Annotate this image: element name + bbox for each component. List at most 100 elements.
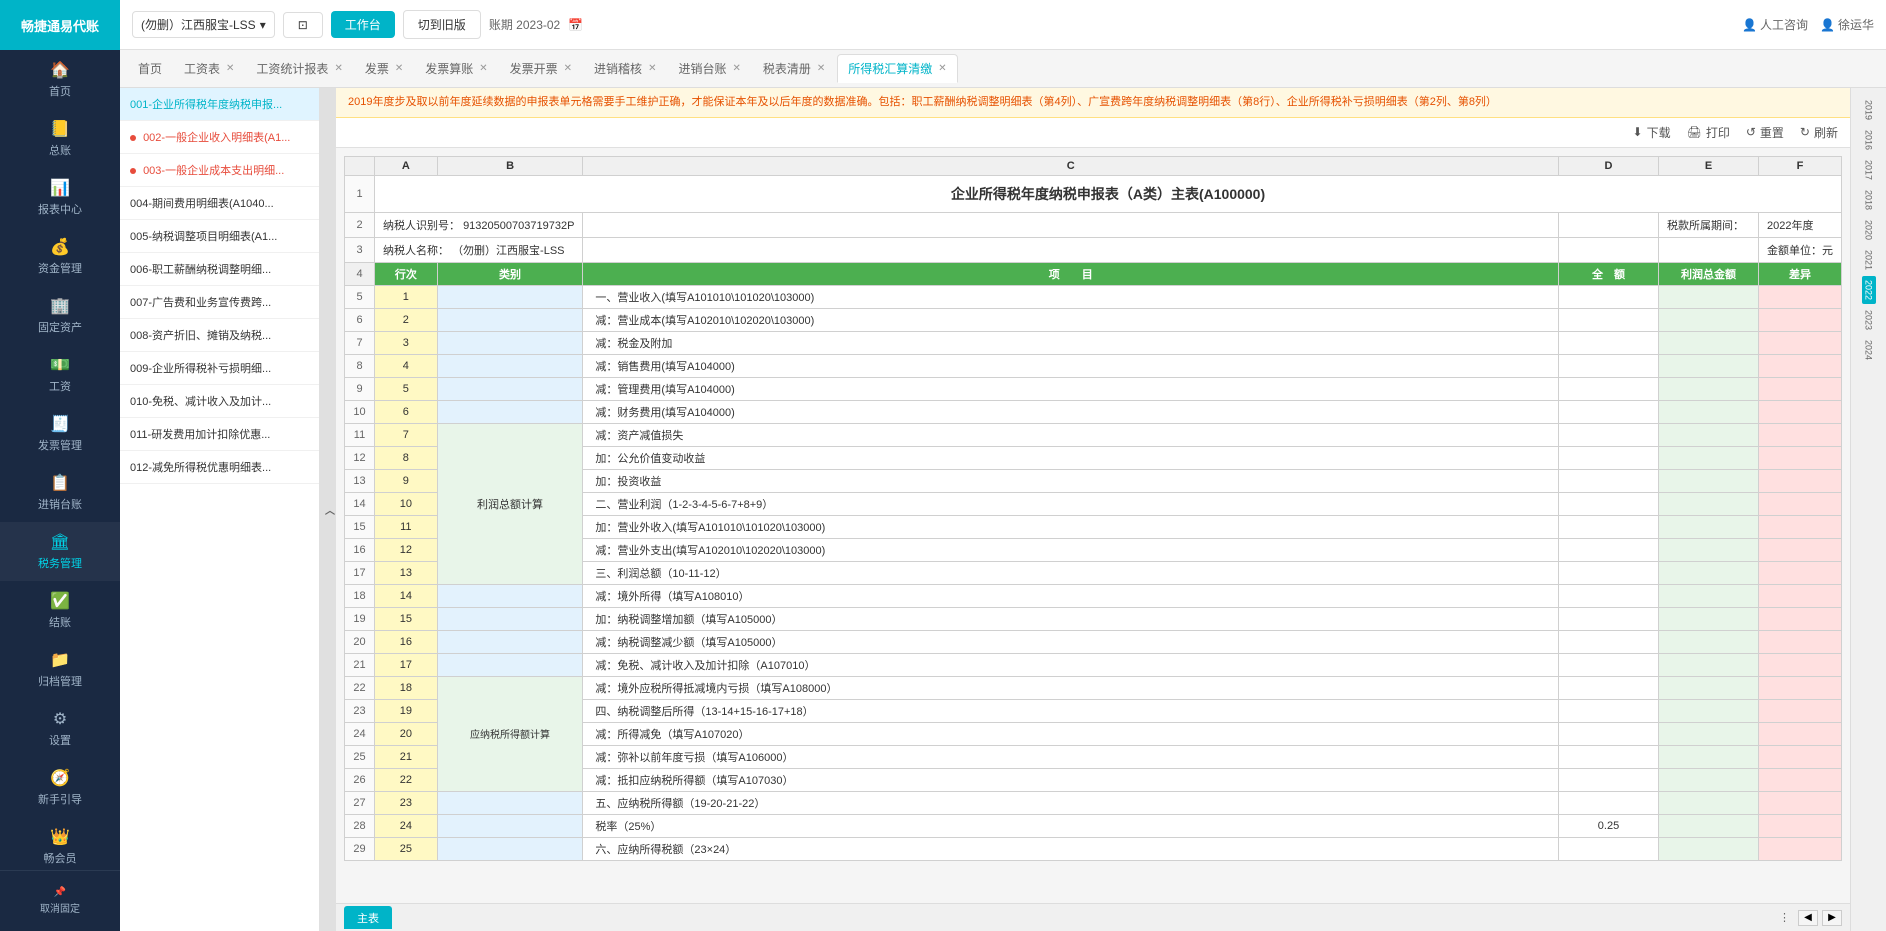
print-icon: 🖨	[1687, 125, 1702, 139]
left-panel-item-002[interactable]: 002-一般企业收入明细表(A1...	[120, 121, 319, 154]
table-row-col-headers: 4 行次 类别 项 目 全 额 利润总金额 差异	[345, 262, 1842, 285]
settings-icon: ⚙	[53, 709, 67, 729]
left-panel-item-007[interactable]: 007-广告费和业务宣传费跨...	[120, 286, 319, 319]
sidebar-unpin[interactable]: 📌 取消固定	[4, 881, 116, 921]
tab-close-invoice-calc[interactable]: ✕	[479, 63, 487, 74]
table-toolbar: ⬇ 下载 🖨 打印 ↺ 重置 ↻ 刷新	[336, 118, 1850, 148]
refresh-btn[interactable]: ↻ 刷新	[1800, 124, 1838, 141]
sidebar-item-asset-mgmt[interactable]: 💰 资金管理	[0, 227, 120, 286]
tab-tax-clear[interactable]: 税表清册 ✕	[753, 55, 835, 82]
left-panel-item-008[interactable]: 008-资产折旧、摊销及纳税...	[120, 319, 319, 352]
download-btn[interactable]: ⬇ 下载	[1633, 124, 1671, 141]
tab-close-invoice-open[interactable]: ✕	[564, 63, 572, 74]
sheet-tab-main[interactable]: 主表	[344, 906, 392, 929]
timeline-year-2021[interactable]: 2021	[1862, 246, 1876, 274]
table-container[interactable]: A B C D E F 1	[336, 148, 1850, 904]
left-panel-item-005[interactable]: 005-纳税调整项目明细表(A1...	[120, 220, 319, 253]
reset-btn[interactable]: ↺ 重置	[1746, 124, 1784, 141]
tab-close-salary-table[interactable]: ✕	[226, 63, 234, 74]
timeline-year-2019[interactable]: 2019	[1862, 96, 1876, 124]
main-table: A B C D E F 1	[344, 156, 1842, 861]
tab-salary-stats[interactable]: 工资统计报表 ✕	[246, 55, 352, 82]
left-panel-item-012[interactable]: 012-减免所得税优惠明细表...	[120, 451, 319, 484]
copy-icon: ⊡	[298, 18, 308, 32]
tab-import-ledger[interactable]: 进销台账 ✕	[668, 55, 750, 82]
error-dot-002	[130, 135, 136, 141]
user-avatar-icon: 👤	[1820, 18, 1835, 32]
tab-close-import-ledger[interactable]: ✕	[732, 63, 740, 74]
dropdown-icon: ▾	[260, 18, 266, 32]
print-btn[interactable]: 🖨 打印	[1687, 124, 1730, 141]
left-panel-item-011[interactable]: 011-研发费用加计扣除优惠...	[120, 418, 319, 451]
error-dot-003	[130, 168, 136, 174]
timeline-year-2016[interactable]: 2016	[1862, 126, 1876, 154]
table-row: 29 25 六、应纳所得税额（23×24）	[345, 837, 1842, 860]
tab-close-invoice[interactable]: ✕	[395, 63, 403, 74]
left-panel-item-009[interactable]: 009-企业所得税补亏损明细...	[120, 352, 319, 385]
sidebar-item-invoice-mgmt[interactable]: 🧾 发票管理	[0, 404, 120, 463]
sidebar-item-salary[interactable]: 💵 工资	[0, 345, 120, 404]
col-header-cy: 差异	[1759, 262, 1842, 285]
tab-close-tax-clear[interactable]: ✕	[817, 63, 825, 74]
timeline-year-2017[interactable]: 2017	[1862, 156, 1876, 184]
col-header-lb: 类别	[437, 262, 583, 285]
report-icon: 📊	[50, 178, 70, 198]
timeline-year-2022[interactable]: 2022	[1862, 276, 1876, 304]
company-selector[interactable]: (勿删）江西服宝-LSS ▾	[132, 11, 275, 38]
col-header-b: B	[437, 156, 583, 175]
calendar-icon[interactable]: 📅	[568, 18, 583, 32]
tab-close-income-tax[interactable]: ✕	[938, 63, 946, 74]
left-panel-item-006[interactable]: 006-职工薪酬纳税调整明细...	[120, 253, 319, 286]
sidebar: 畅捷通易代账 🏠 首页 📒 总账 📊 报表中心 💰 资金管理 🏢 固定资产	[0, 0, 120, 931]
left-panel-item-001[interactable]: 001-企业所得税年度纳税申报...	[120, 88, 319, 121]
tabbar: 首页 工资表 ✕ 工资统计报表 ✕ 发票 ✕ 发票算账 ✕ 发票开票 ✕	[120, 50, 1886, 88]
sidebar-item-guide[interactable]: 🧭 新手引导	[0, 758, 120, 817]
tab-home[interactable]: 首页	[128, 55, 172, 82]
tab-invoice[interactable]: 发票 ✕	[355, 55, 413, 82]
workbench-btn[interactable]: 工作台	[331, 11, 395, 38]
table-row: 21 17 减：免税、减计收入及加计扣除（A107010）	[345, 653, 1842, 676]
switch-old-btn[interactable]: 切到旧版	[403, 10, 481, 39]
service-btn[interactable]: 👤 人工咨询	[1742, 16, 1808, 33]
col-header-e: E	[1659, 156, 1759, 175]
sidebar-item-checkout[interactable]: ✅ 结账	[0, 581, 120, 640]
nav-right-btn[interactable]: ▶	[1822, 910, 1842, 926]
tab-import-verify[interactable]: 进销稽核 ✕	[584, 55, 666, 82]
sidebar-item-archive[interactable]: 📁 归档管理	[0, 640, 120, 699]
left-panel-item-010[interactable]: 010-免税、减计收入及加计...	[120, 385, 319, 418]
timeline-year-2024[interactable]: 2024	[1862, 336, 1876, 364]
sidebar-item-tax-mgmt[interactable]: 🏛 税务管理	[0, 522, 120, 581]
sidebar-item-member[interactable]: 👑 畅会员	[0, 817, 120, 870]
refresh-icon: ↻	[1800, 125, 1810, 139]
tab-invoice-calc[interactable]: 发票算账 ✕	[415, 55, 497, 82]
sidebar-item-report[interactable]: 📊 报表中心	[0, 168, 120, 227]
copy-btn[interactable]: ⊡	[283, 12, 323, 38]
left-panel-item-004[interactable]: 004-期间费用明细表(A1040...	[120, 187, 319, 220]
nav-left-btn[interactable]: ◀	[1798, 910, 1818, 926]
sidebar-item-sales-ledger[interactable]: 📋 进销台账	[0, 463, 120, 522]
company-label: (勿删）江西服宝-LSS	[141, 16, 256, 33]
sidebar-item-home[interactable]: 🏠 首页	[0, 50, 120, 109]
sidebar-item-settings[interactable]: ⚙ 设置	[0, 699, 120, 758]
user-btn[interactable]: 👤 徐运华	[1820, 16, 1874, 33]
tax-mgmt-icon: 🏛	[50, 532, 70, 552]
timeline-year-2023[interactable]: 2023	[1862, 306, 1876, 334]
tab-income-tax[interactable]: 所得税汇算清缴 ✕	[837, 54, 957, 83]
tab-close-salary-stats[interactable]: ✕	[334, 63, 342, 74]
tab-invoice-open[interactable]: 发票开票 ✕	[500, 55, 582, 82]
tab-close-import-verify[interactable]: ✕	[648, 63, 656, 74]
table-row: 10 6 减：财务费用(填写A104000)	[345, 400, 1842, 423]
tab-salary-table[interactable]: 工资表 ✕	[174, 55, 244, 82]
asset-mgmt-icon: 💰	[50, 237, 70, 257]
timeline-year-2020[interactable]: 2020	[1862, 216, 1876, 244]
salary-icon: 💵	[50, 355, 70, 375]
sidebar-item-ledger[interactable]: 📒 总账	[0, 109, 120, 168]
right-content: 2019年度步及取以前年度延续数据的申报表单元格需要手工维护正确，才能保证本年及…	[336, 88, 1850, 931]
table-row: 6 2 减：营业成本(填写A102010\102020\103000)	[345, 308, 1842, 331]
table-row: 9 5 减：管理费用(填写A104000)	[345, 377, 1842, 400]
topbar-right: 👤 人工咨询 👤 徐运华	[1742, 16, 1874, 33]
left-panel-item-003[interactable]: 003-一般企业成本支出明细...	[120, 154, 319, 187]
sidebar-item-fixed-asset[interactable]: 🏢 固定资产	[0, 286, 120, 345]
timeline-year-2018[interactable]: 2018	[1862, 186, 1876, 214]
panel-collapse-btn[interactable]: 〈	[320, 88, 336, 931]
